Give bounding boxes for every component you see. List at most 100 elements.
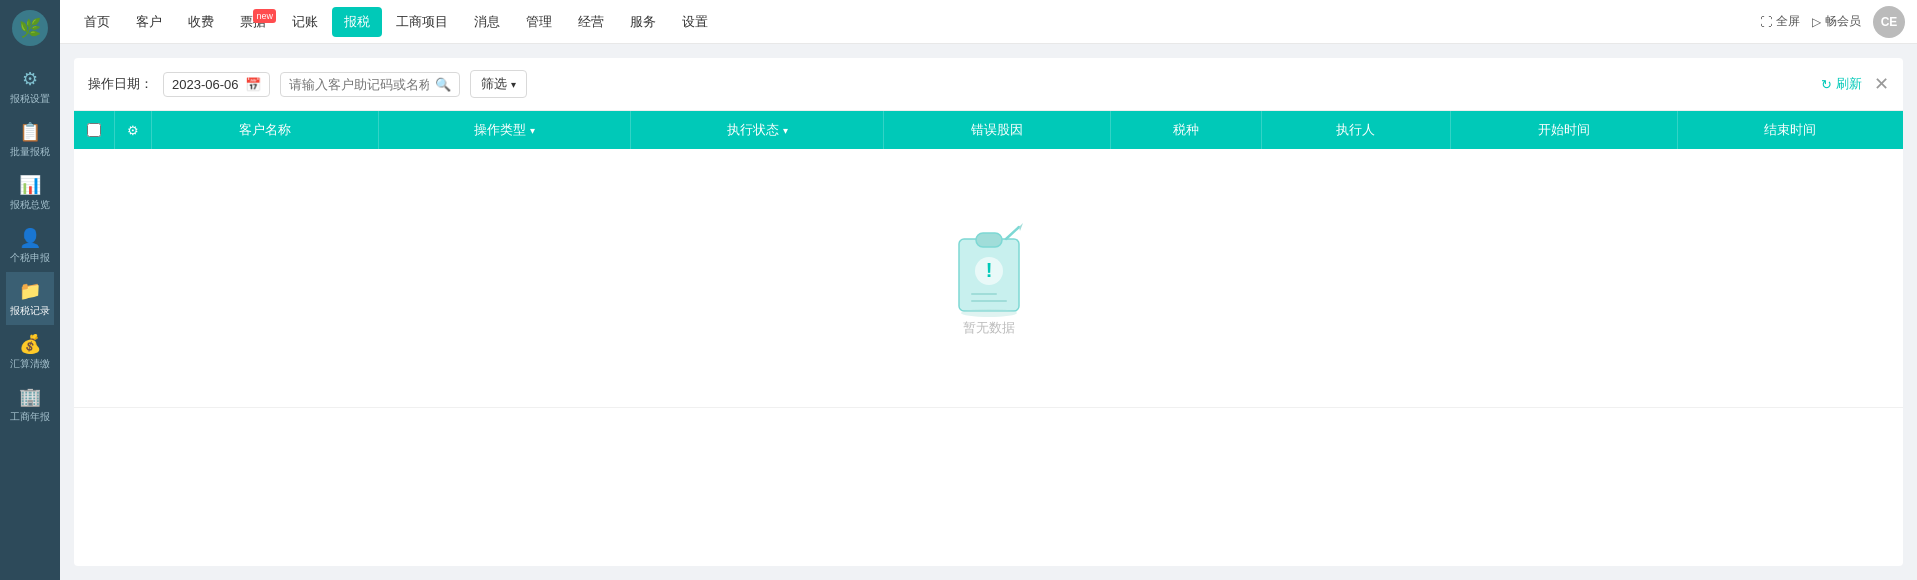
filter-icon-exec_status[interactable]: ▾ xyxy=(783,125,788,136)
video-icon: ▷ xyxy=(1812,15,1821,29)
th-op_type[interactable]: 操作类型 ▾ xyxy=(378,111,631,149)
nav-item-client[interactable]: 客户 xyxy=(124,7,174,37)
sidebar-item-geshu-shenbao[interactable]: 👤 个税申报 xyxy=(6,219,54,272)
select-all-checkbox[interactable] xyxy=(87,123,101,137)
nav-item-jizhang[interactable]: 记账 xyxy=(280,7,330,37)
nav-item-baoshui[interactable]: 报税 xyxy=(332,7,382,37)
th-label-executor: 执行人 xyxy=(1336,122,1375,137)
nav-label-xiaoxi: 消息 xyxy=(474,14,500,29)
nav-label-shezhi: 设置 xyxy=(682,14,708,29)
column-settings-icon[interactable]: ⚙ xyxy=(127,123,139,138)
huisuan-jiaona-label: 汇算清缴 xyxy=(10,357,50,370)
member-label: 畅会员 xyxy=(1825,13,1861,30)
baoshui-jilu-label: 报税记录 xyxy=(10,304,50,317)
data-table: ⚙客户名称操作类型 ▾执行状态 ▾错误股因税种执行人开始时间结束时间 xyxy=(74,111,1903,408)
baoshui-zonglian-icon: 📊 xyxy=(19,174,41,196)
th-error_reason: 错误股因 xyxy=(884,111,1111,149)
th-label-start_time: 开始时间 xyxy=(1538,122,1590,137)
gongshang-nianbao-label: 工商年报 xyxy=(10,410,50,423)
sidebar-item-piliang-baoshui[interactable]: 📋 批量报税 xyxy=(6,113,54,166)
gongshang-nianbao-icon: 🏢 xyxy=(19,386,41,408)
content-area: 操作日期： 2023-06-06 📅 🔍 筛选 ▾ ↻ 刷新 xyxy=(60,44,1917,580)
th-label-end_time: 结束时间 xyxy=(1764,122,1816,137)
nav-items: 首页客户收费票据new 记账报税工商项目 消息管理经营 服务 设置 xyxy=(72,7,1760,37)
th-settings[interactable]: ⚙ xyxy=(114,111,151,149)
baoshui-jilu-icon: 📁 xyxy=(19,280,41,302)
svg-marker-7 xyxy=(1019,223,1023,231)
table-body: ! xyxy=(74,149,1903,408)
nav-label-home: 首页 xyxy=(84,14,110,29)
baoshui-shezhi-icon: ⚙ xyxy=(22,68,38,90)
fullscreen-button[interactable]: ⛶ 全屏 xyxy=(1760,13,1800,30)
nav-label-shoufei: 收费 xyxy=(188,14,214,29)
th-label-error_reason: 错误股因 xyxy=(971,122,1023,137)
huisuan-jiaona-icon: 💰 xyxy=(19,333,41,355)
search-input[interactable] xyxy=(289,77,429,92)
th-label-op_type: 操作类型 xyxy=(474,122,526,137)
th-checkbox[interactable] xyxy=(74,111,114,149)
sidebar-item-baoshui-zonglian[interactable]: 📊 报税总览 xyxy=(6,166,54,219)
nav-label-jizhang: 记账 xyxy=(292,14,318,29)
nav-label-jingying: 经营 xyxy=(578,14,604,29)
search-icon: 🔍 xyxy=(435,77,451,92)
nav-item-shezhi[interactable]: 设置 xyxy=(670,7,720,37)
th-label-customer: 客户名称 xyxy=(239,122,291,137)
date-value: 2023-06-06 xyxy=(172,77,239,92)
th-end_time: 结束时间 xyxy=(1677,111,1903,149)
baoshui-zonglian-label: 报税总览 xyxy=(10,198,50,211)
th-start_time: 开始时间 xyxy=(1450,111,1677,149)
topnav-right: ⛶ 全屏 ▷ 畅会员 CE xyxy=(1760,6,1905,38)
search-box: 🔍 xyxy=(280,72,460,97)
empty-state: ! xyxy=(86,159,1891,397)
refresh-button[interactable]: ↻ 刷新 xyxy=(1821,75,1862,93)
nav-item-gongshang[interactable]: 工商项目 xyxy=(384,7,460,37)
filter-icon-op_type[interactable]: ▾ xyxy=(530,125,535,136)
geshu-shenbao-label: 个税申报 xyxy=(10,251,50,264)
th-executor: 执行人 xyxy=(1261,111,1450,149)
svg-line-6 xyxy=(1006,227,1019,239)
sidebar: 🌿 ⚙ 报税设置 📋 批量报税 📊 报税总览 👤 个税申报 📁 报税记录 💰 汇… xyxy=(0,0,60,580)
sidebar-item-huisuan-jiaona[interactable]: 💰 汇算清缴 xyxy=(6,325,54,378)
table-header: ⚙客户名称操作类型 ▾执行状态 ▾错误股因税种执行人开始时间结束时间 xyxy=(74,111,1903,149)
th-customer: 客户名称 xyxy=(151,111,378,149)
svg-point-10 xyxy=(961,309,1017,317)
refresh-icon: ↻ xyxy=(1821,77,1832,92)
fullscreen-icon: ⛶ xyxy=(1760,15,1772,29)
date-picker[interactable]: 2023-06-06 📅 xyxy=(163,72,270,97)
nav-item-fuwu[interactable]: 服务 xyxy=(618,7,668,37)
svg-rect-3 xyxy=(976,233,1002,247)
nav-item-xiaoxi[interactable]: 消息 xyxy=(462,7,512,37)
fullscreen-label: 全屏 xyxy=(1776,13,1800,30)
nav-badge-piaoju: new xyxy=(253,9,276,23)
nav-item-home[interactable]: 首页 xyxy=(72,7,122,37)
svg-text:!: ! xyxy=(985,259,992,281)
nav-item-shoufei[interactable]: 收费 xyxy=(176,7,226,37)
table-container: ⚙客户名称操作类型 ▾执行状态 ▾错误股因税种执行人开始时间结束时间 xyxy=(74,111,1903,566)
nav-label-gongshang: 工商项目 xyxy=(396,14,448,29)
user-avatar[interactable]: CE xyxy=(1873,6,1905,38)
member-button[interactable]: ▷ 畅会员 xyxy=(1812,13,1861,30)
nav-label-fuwu: 服务 xyxy=(630,14,656,29)
refresh-label: 刷新 xyxy=(1836,75,1862,93)
nav-item-guanli[interactable]: 管理 xyxy=(514,7,564,37)
piliang-baoshui-label: 批量报税 xyxy=(10,145,50,158)
sidebar-item-baoshui-jilu[interactable]: 📁 报税记录 xyxy=(6,272,54,325)
nav-item-piaoju[interactable]: 票据new xyxy=(228,7,278,37)
content-panel: 操作日期： 2023-06-06 📅 🔍 筛选 ▾ ↻ 刷新 xyxy=(74,58,1903,566)
logo[interactable]: 🌿 xyxy=(12,10,48,46)
toolbar-right: ↻ 刷新 ✕ xyxy=(1821,75,1889,93)
svg-text:🌿: 🌿 xyxy=(19,17,42,39)
close-button[interactable]: ✕ xyxy=(1874,75,1889,93)
sidebar-item-baoshui-shezhi[interactable]: ⚙ 报税设置 xyxy=(6,60,54,113)
date-label: 操作日期： xyxy=(88,75,153,93)
filter-button[interactable]: 筛选 ▾ xyxy=(470,70,527,98)
geshu-shenbao-icon: 👤 xyxy=(19,227,41,249)
baoshui-shezhi-label: 报税设置 xyxy=(10,92,50,105)
sidebar-item-gongshang-nianbao[interactable]: 🏢 工商年报 xyxy=(6,378,54,431)
empty-illustration: ! xyxy=(944,219,1034,319)
th-tax_type: 税种 xyxy=(1111,111,1261,149)
user-initials: CE xyxy=(1881,15,1898,29)
nav-item-jingying[interactable]: 经营 xyxy=(566,7,616,37)
th-exec_status[interactable]: 执行状态 ▾ xyxy=(631,111,884,149)
chevron-down-icon: ▾ xyxy=(511,79,516,90)
